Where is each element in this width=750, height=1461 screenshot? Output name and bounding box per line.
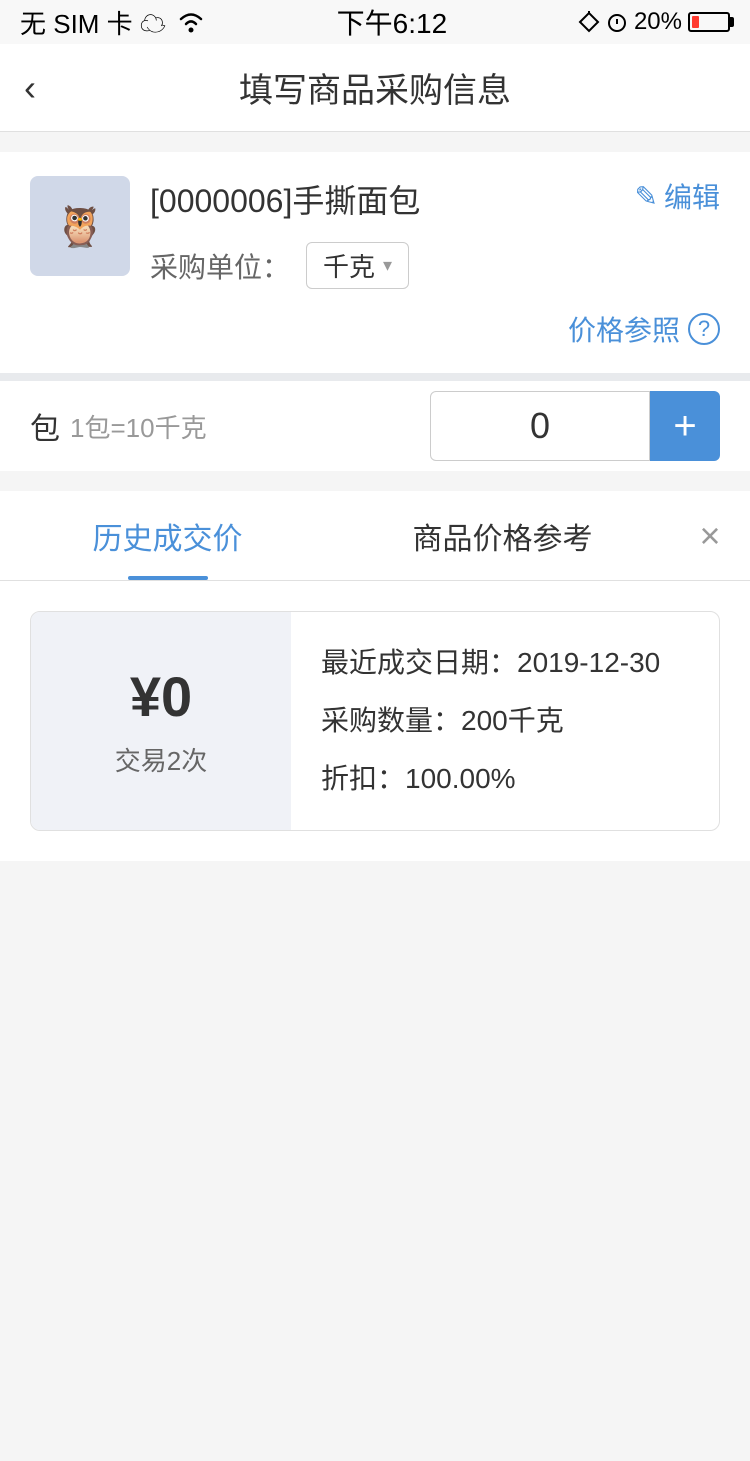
quantity-input-area: + <box>430 391 720 461</box>
battery-icon <box>688 12 730 32</box>
history-content: ¥0 交易2次 最近成交日期：2019-12-30 采购数量：200千克 折扣：… <box>0 581 750 861</box>
history-price-value: ¥0 <box>130 664 192 729</box>
sim-text: 无 SIM 卡 ☁ <box>20 4 166 41</box>
purchase-qty-value: 200千克 <box>461 705 564 736</box>
discount-value: 100.00% <box>405 763 516 794</box>
product-image-icon: 🦉 <box>55 203 105 250</box>
page-title: 填写商品采购信息 <box>239 63 511 112</box>
recent-date-label: 最近成交日期： <box>321 647 517 678</box>
history-trades-count: 交易2次 <box>115 741 207 778</box>
product-info: [0000006]手撕面包 采购单位： 千克 ▾ <box>150 176 635 289</box>
unit-value: 千克 <box>323 247 375 284</box>
tab-close-button[interactable]: × <box>670 515 750 557</box>
discount-label: 折扣： <box>321 763 405 794</box>
back-button[interactable]: ‹ <box>24 67 36 109</box>
purchase-qty-row: 采购数量：200千克 <box>321 700 689 742</box>
unit-select[interactable]: 千克 ▾ <box>306 242 409 289</box>
status-right: 20% <box>578 8 730 36</box>
tab-product-price-ref[interactable]: 商品价格参考 <box>335 491 670 580</box>
price-reference-button[interactable]: 价格参照 <box>568 309 680 349</box>
nav-bar: ‹ 填写商品采购信息 <box>0 44 750 132</box>
tab-panel: 历史成交价 商品价格参考 × ¥0 交易2次 最近成交日期：2019-12-30… <box>0 491 750 861</box>
status-time: 下午6:12 <box>337 2 448 42</box>
quantity-input[interactable] <box>430 391 650 461</box>
history-card: ¥0 交易2次 最近成交日期：2019-12-30 采购数量：200千克 折扣：… <box>30 611 720 831</box>
status-left: 无 SIM 卡 ☁ <box>20 4 206 41</box>
plus-button[interactable]: + <box>650 391 720 461</box>
bottom-space <box>0 861 750 1461</box>
status-bar: 无 SIM 卡 ☁ 下午6:12 20% <box>0 0 750 44</box>
edit-label: 编辑 <box>664 176 720 216</box>
product-card: 🦉 [0000006]手撕面包 采购单位： 千克 ▾ ✎ 编辑 价格参照 ? <box>0 152 750 373</box>
discount-row: 折扣：100.00% <box>321 758 689 800</box>
unit-ratio-label: 1包=10千克 <box>70 408 207 445</box>
quantity-row: 包 1包=10千克 + <box>0 381 750 471</box>
history-price-section: ¥0 交易2次 <box>31 612 291 830</box>
purchase-qty-label: 采购数量： <box>321 705 461 736</box>
wifi-icon <box>176 11 206 33</box>
divider <box>0 373 750 381</box>
tab-active-underline <box>128 576 208 580</box>
product-name: [0000006]手撕面包 <box>150 176 635 222</box>
chevron-down-icon: ▾ <box>383 255 392 276</box>
battery-percent: 20% <box>634 8 682 36</box>
tab-header: 历史成交价 商品价格参考 × <box>0 491 750 581</box>
purchase-unit-label: 采购单位： <box>150 246 290 286</box>
help-icon[interactable]: ? <box>688 313 720 345</box>
tab-product-price-ref-label: 商品价格参考 <box>413 514 593 558</box>
tab-history-price-label: 历史成交价 <box>93 514 243 558</box>
recent-date-row: 最近成交日期：2019-12-30 <box>321 642 689 684</box>
unit-box-label: 包 <box>30 404 60 448</box>
edit-icon: ✎ <box>635 180 658 213</box>
recent-date-value: 2019-12-30 <box>517 647 660 678</box>
edit-button[interactable]: ✎ 编辑 <box>635 176 720 216</box>
history-details: 最近成交日期：2019-12-30 采购数量：200千克 折扣：100.00% <box>291 612 719 830</box>
tab-history-price[interactable]: 历史成交价 <box>0 491 335 580</box>
location-icon <box>578 11 600 33</box>
product-thumbnail: 🦉 <box>30 176 130 276</box>
alarm-icon <box>606 11 628 33</box>
